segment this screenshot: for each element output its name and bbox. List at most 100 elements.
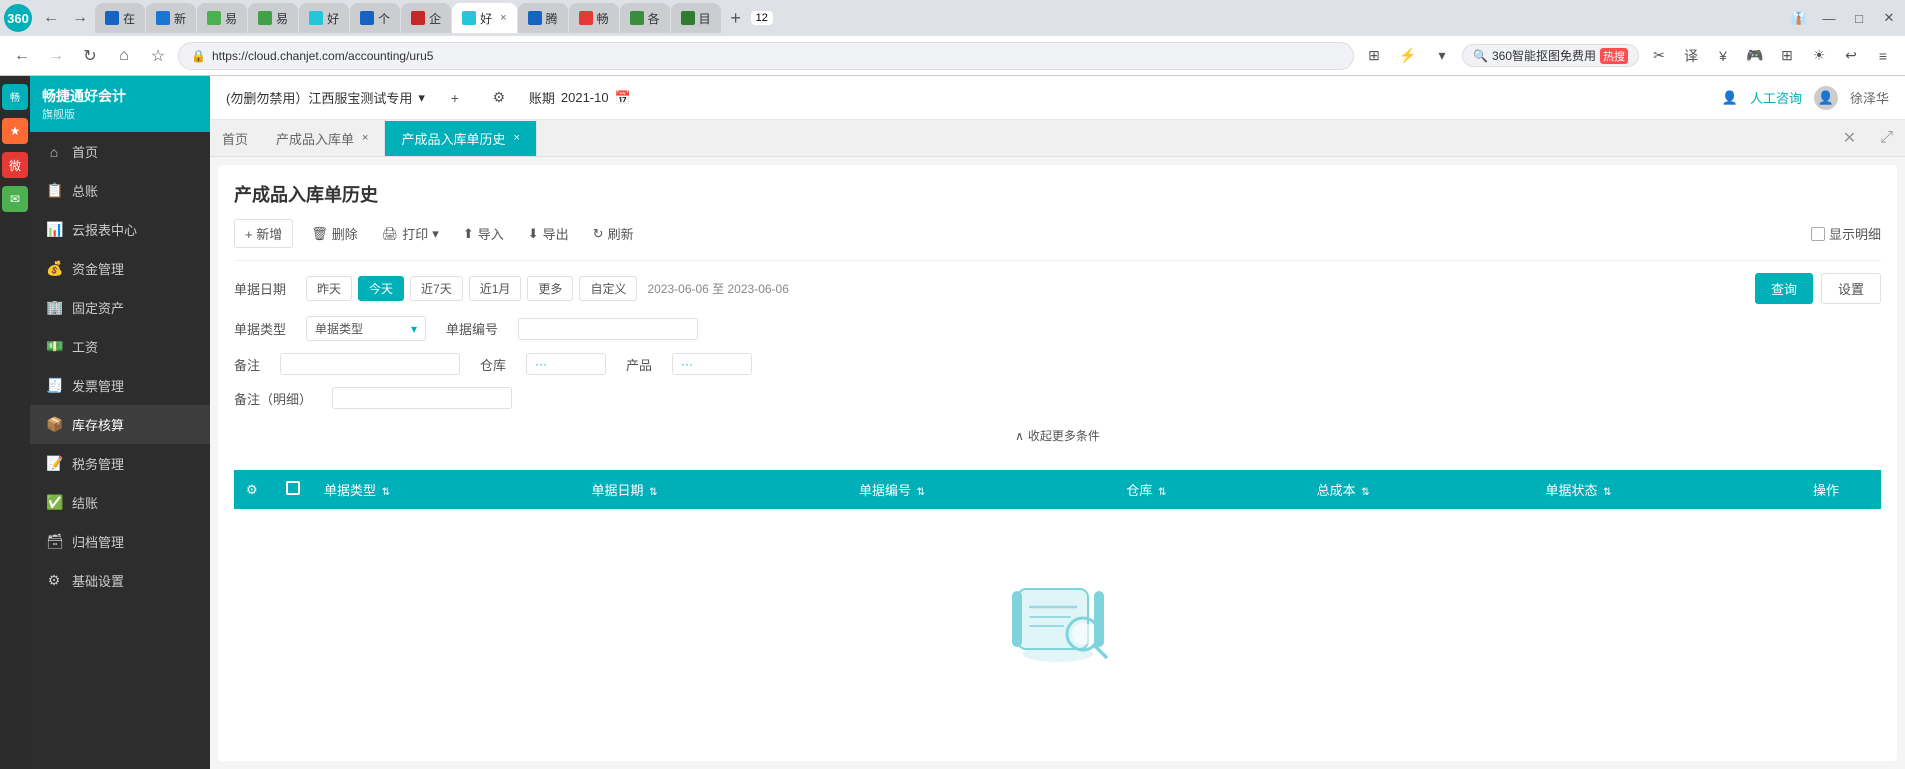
sidebar-item-tax[interactable]: 📝 税务管理 (30, 444, 210, 483)
tab-ge2[interactable]: 各 (620, 3, 670, 33)
col-date[interactable]: 单据日期 ⇅ (579, 470, 846, 509)
delete-button[interactable]: 🗑 删除 (305, 220, 364, 247)
export-button[interactable]: ⬇ 导出 (522, 220, 575, 247)
calendar-icon[interactable]: 📅 (615, 90, 631, 106)
tab-xin[interactable]: 新 (146, 3, 196, 33)
search-bar[interactable]: 🔍 360智能抠图免费用 热搜 (1462, 44, 1639, 67)
company-settings-button[interactable]: ⚙ (485, 84, 513, 112)
sidebar-item-ledger[interactable]: 📋 总账 (30, 171, 210, 210)
tab-chang[interactable]: 畅 (569, 3, 619, 33)
back-button[interactable]: ← (37, 4, 65, 32)
show-columns-toggle[interactable]: 显示明细 (1811, 224, 1881, 243)
date-btn-month[interactable]: 近1月 (469, 276, 522, 301)
date-btn-custom[interactable]: 自定义 (579, 276, 637, 301)
sub-tab-history-close-icon[interactable]: × (513, 132, 519, 144)
type-filter-select[interactable]: 单据类型 ▾ (306, 316, 426, 341)
add-company-button[interactable]: + (441, 84, 469, 112)
close-button[interactable]: ✕ (1877, 6, 1901, 30)
date-btn-more[interactable]: 更多 (527, 276, 573, 301)
sidebar-item-invoice[interactable]: 🧾 发票管理 (30, 366, 210, 405)
tab-qi[interactable]: 企 (401, 3, 451, 33)
col-warehouse[interactable]: 仓库 ⇅ (1114, 470, 1304, 509)
sidebar-item-archive[interactable]: 🗃 归档管理 (30, 522, 210, 561)
scissors-icon[interactable]: ✂ (1645, 42, 1673, 70)
company-selector[interactable]: (勿删勿禁用）江西服宝测试专用 ▾ (226, 88, 425, 107)
new-tab-button[interactable]: + (722, 4, 750, 32)
bookmark-nav-button[interactable]: ☆ (144, 42, 172, 70)
date-btn-today[interactable]: 今天 (358, 276, 404, 301)
sidebar-item-checkout[interactable]: ✅ 结账 (30, 483, 210, 522)
translate-icon[interactable]: 译 (1677, 42, 1705, 70)
theme-icon[interactable]: ☀ (1805, 42, 1833, 70)
panel-close-icon[interactable]: ✕ (1831, 120, 1868, 156)
tab-count[interactable]: 12 (751, 11, 773, 25)
note-detail-filter-input[interactable] (332, 387, 512, 409)
new-button[interactable]: + 新增 (234, 219, 293, 248)
tab-close-icon[interactable]: × (500, 12, 506, 24)
col-type[interactable]: 单据类型 ⇅ (312, 470, 579, 509)
grid-icon[interactable]: ⊞ (1360, 42, 1388, 70)
sidebar-item-payroll[interactable]: 💵 工资 (30, 327, 210, 366)
sidebar-item-fixed[interactable]: 🏢 固定资产 (30, 288, 210, 327)
breadcrumb-home[interactable]: 首页 (210, 121, 260, 156)
app-icon-orange[interactable]: ★ (2, 118, 28, 144)
sub-tab-list-close-icon[interactable]: × (362, 132, 368, 144)
user-service-label[interactable]: 人工咨询 (1750, 88, 1802, 107)
layout-icon[interactable]: ⊞ (1773, 42, 1801, 70)
col-checkbox[interactable] (274, 470, 312, 509)
panel-expand-icon[interactable]: ⤢ (1868, 121, 1905, 155)
show-columns-checkbox[interactable] (1811, 227, 1825, 241)
minimize-button[interactable]: — (1817, 6, 1841, 30)
collapse-button[interactable]: ∧ 收起更多条件 (234, 421, 1881, 450)
profile-icon[interactable]: 👔 (1787, 6, 1811, 30)
browser-logo[interactable]: 360 (4, 4, 32, 32)
app-icon-email[interactable]: ✉ (2, 186, 28, 212)
app-icon-weibo[interactable]: 微 (2, 152, 28, 178)
dropdown-icon[interactable]: ▾ (1428, 42, 1456, 70)
tab-zaizhi[interactable]: 在 (95, 3, 145, 33)
tab-yi1[interactable]: 易 (197, 3, 247, 33)
sidebar-item-funds[interactable]: 💰 资金管理 (30, 249, 210, 288)
note-filter-input[interactable] (280, 353, 460, 375)
tab-hao2[interactable]: 好 × (452, 3, 516, 33)
forward-button[interactable]: → (66, 4, 94, 32)
refresh-button[interactable]: ↻ 刷新 (587, 220, 640, 247)
query-button[interactable]: 查询 (1755, 273, 1813, 304)
app-icon-changjie[interactable]: 畅 (2, 84, 28, 110)
col-number[interactable]: 单据编号 ⇅ (847, 470, 1114, 509)
product-filter-select[interactable]: ··· (672, 353, 752, 375)
game-icon[interactable]: 🎮 (1741, 42, 1769, 70)
sidebar-item-home[interactable]: ⌂ 首页 (30, 132, 210, 171)
import-button[interactable]: ⬆ 导入 (457, 220, 510, 247)
select-all-checkbox[interactable] (286, 481, 300, 495)
sub-tab-history[interactable]: 产成品入库单历史 × (385, 121, 536, 156)
warehouse-filter-select[interactable]: ··· (526, 353, 606, 375)
number-filter-input[interactable] (518, 318, 698, 340)
currency-icon[interactable]: ¥ (1709, 42, 1737, 70)
home-nav-button[interactable]: ⌂ (110, 42, 138, 70)
more-icon[interactable]: ≡ (1869, 42, 1897, 70)
tab-teng[interactable]: 腾 (518, 3, 568, 33)
col-settings[interactable]: ⚙ (234, 470, 274, 509)
col-cost[interactable]: 总成本 ⇅ (1305, 470, 1534, 509)
forward-nav-button[interactable]: → (42, 42, 70, 70)
tab-ge[interactable]: 个 (350, 3, 400, 33)
date-btn-week[interactable]: 近7天 (410, 276, 463, 301)
settings-filter-button[interactable]: 设置 (1821, 273, 1881, 304)
refresh-nav-button[interactable]: ↻ (76, 42, 104, 70)
sidebar-item-reports[interactable]: 📊 云报表中心 (30, 210, 210, 249)
sub-tab-list[interactable]: 产成品入库单 × (260, 121, 385, 156)
print-button[interactable]: 🖨 打印 ▾ (376, 220, 445, 247)
undo-icon[interactable]: ↩ (1837, 42, 1865, 70)
maximize-button[interactable]: □ (1847, 6, 1871, 30)
date-btn-yesterday[interactable]: 昨天 (306, 276, 352, 301)
tab-yi2[interactable]: 易 (248, 3, 298, 33)
url-bar[interactable]: 🔒 https://cloud.chanjet.com/accounting/u… (178, 42, 1354, 70)
col-status[interactable]: 单据状态 ⇅ (1533, 470, 1801, 509)
sidebar-item-settings[interactable]: ⚙ 基础设置 (30, 561, 210, 600)
tab-hao1[interactable]: 好 (299, 3, 349, 33)
back-nav-button[interactable]: ← (8, 42, 36, 70)
lightning-icon[interactable]: ⚡ (1394, 42, 1422, 70)
tab-mu[interactable]: 目 (671, 3, 721, 33)
sidebar-item-inventory[interactable]: 📦 库存核算 (30, 405, 210, 444)
